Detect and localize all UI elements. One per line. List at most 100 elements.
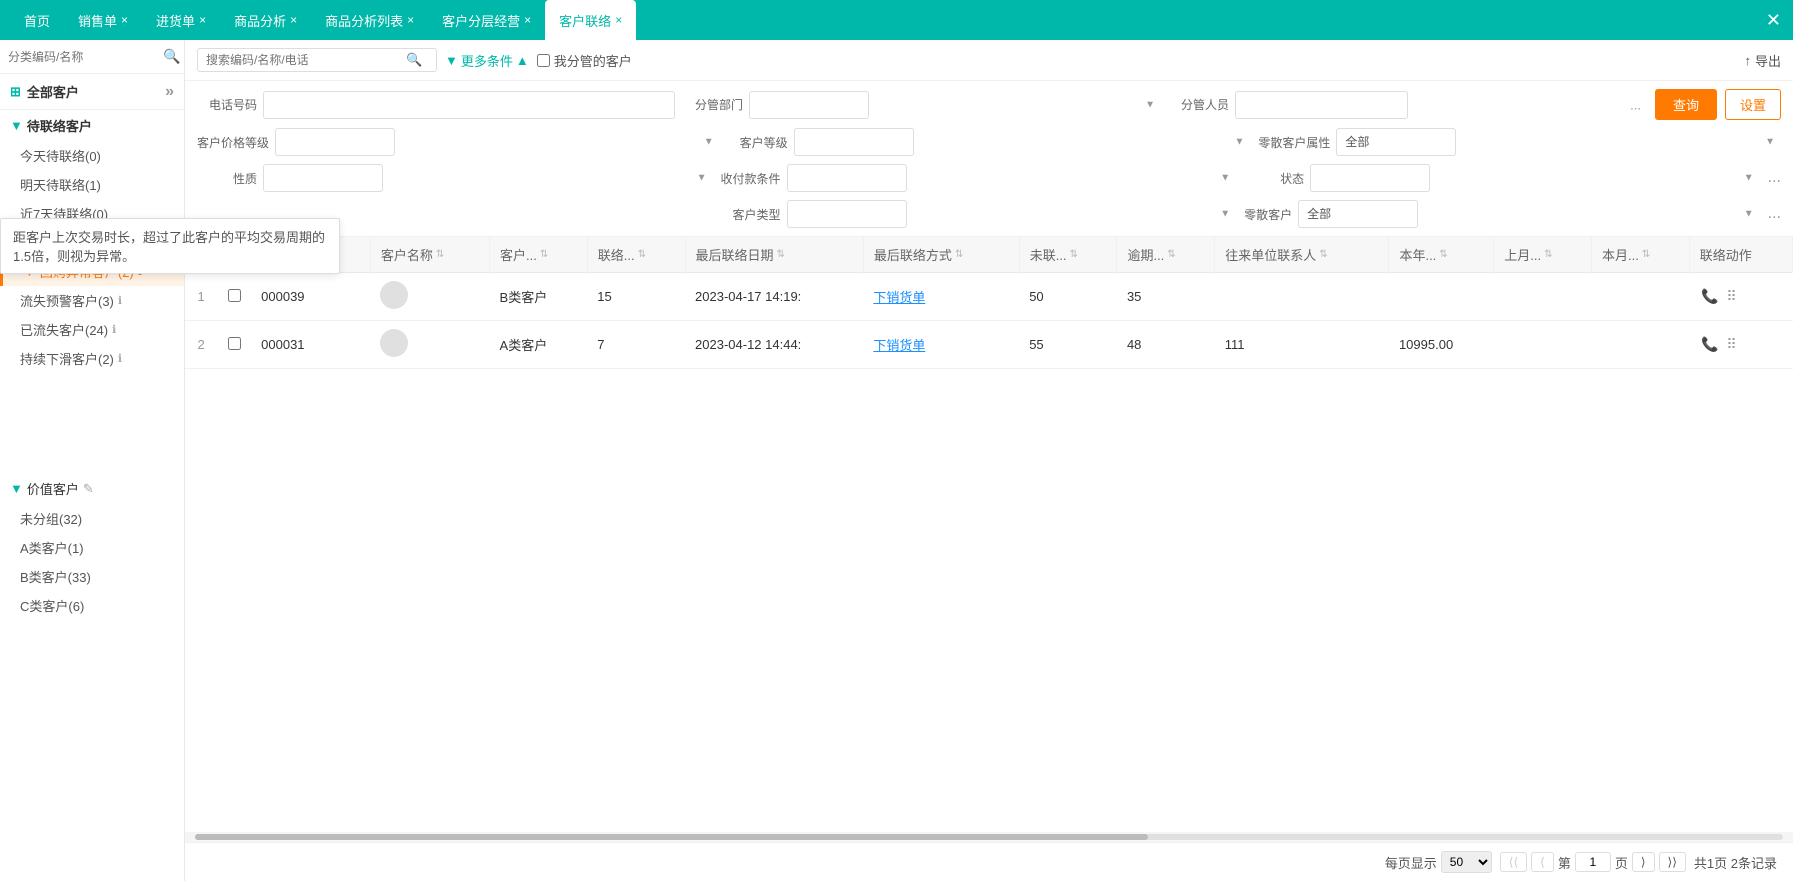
nav-sales[interactable]: 销售单 × bbox=[64, 0, 142, 40]
dept-select[interactable] bbox=[749, 91, 869, 119]
filter-dots-4[interactable]: ... bbox=[1768, 205, 1781, 223]
search-input[interactable] bbox=[206, 53, 406, 67]
sidebar-section-value[interactable]: ▼ 价值客户 ✎ bbox=[0, 473, 184, 504]
col-sort-unit-contact[interactable]: 往来单位联系人 ⇅ bbox=[1225, 245, 1327, 264]
nav-close-product-analysis-list[interactable]: × bbox=[407, 13, 414, 27]
sidebar-item-tomorrow[interactable]: 明天待联络(1) bbox=[0, 170, 184, 199]
filter-status: 状态 ▼ bbox=[1244, 164, 1760, 192]
col-sort-last-month[interactable]: 上月... ⇅ bbox=[1504, 245, 1552, 264]
sidebar-item-declining[interactable]: 持续下滑客户(2) ℹ bbox=[0, 344, 184, 373]
sort-icon-unit-contact: ⇅ bbox=[1319, 249, 1327, 260]
table-scrollbar-thumb[interactable] bbox=[195, 834, 1148, 840]
grade-select[interactable] bbox=[794, 128, 914, 156]
more-conditions-btn[interactable]: ▼ 更多条件 ▲ bbox=[445, 51, 529, 70]
page-num-input[interactable] bbox=[1575, 852, 1611, 872]
row-grade: A类客户 bbox=[490, 321, 588, 369]
action-more-icon[interactable]: ⠿ bbox=[1726, 336, 1736, 352]
sidebar-item-today[interactable]: 今天待联络(0) bbox=[0, 141, 184, 170]
action-more-icon[interactable]: ⠿ bbox=[1726, 288, 1736, 304]
sidebar-item-ungrouped[interactable]: 未分组(32) bbox=[0, 504, 184, 533]
sort-icon-grade: ⇅ bbox=[540, 249, 548, 260]
next-page-btn[interactable]: ⟩ bbox=[1632, 852, 1655, 872]
sidebar-all-customers[interactable]: ⊞ 全部客户 » bbox=[0, 74, 184, 110]
sidebar-section-pending[interactable]: ▼ 待联络客户 bbox=[0, 110, 184, 141]
row-last-date: 2023-04-12 14:44: bbox=[685, 321, 863, 369]
export-btn[interactable]: ↑ 导出 bbox=[1744, 51, 1781, 70]
person-input[interactable] bbox=[1235, 91, 1408, 119]
col-sort-this-month[interactable]: 本月... ⇅ bbox=[1602, 245, 1650, 264]
page-nav: ⟨⟨ ⟨ 第 页 ⟩ ⟩⟩ bbox=[1500, 852, 1686, 872]
nav-close-purchase[interactable]: × bbox=[199, 13, 206, 27]
sidebar-item-a-class[interactable]: A类客户(1) bbox=[0, 533, 184, 562]
person-dots[interactable]: ... bbox=[1630, 97, 1641, 112]
filter-dots-3[interactable]: ... bbox=[1768, 169, 1781, 187]
nav-customer-tier[interactable]: 客户分层经营 × bbox=[428, 0, 545, 40]
row-index: 2 bbox=[185, 321, 217, 369]
row-checkbox[interactable] bbox=[228, 289, 241, 302]
nav-close-customer-tier[interactable]: × bbox=[524, 13, 531, 27]
col-sort-this-year[interactable]: 本年... ⇅ bbox=[1399, 245, 1447, 264]
col-sort-contact[interactable]: 联络... ⇅ bbox=[598, 245, 646, 264]
sidebar-item-b-class[interactable]: B类客户(33) bbox=[0, 562, 184, 591]
info-icon4[interactable]: ℹ bbox=[118, 352, 122, 365]
last-page-btn[interactable]: ⟩⟩ bbox=[1659, 852, 1686, 872]
query-btn[interactable]: 查询 bbox=[1655, 89, 1717, 120]
last-method-link[interactable]: 下销货单 bbox=[873, 338, 925, 353]
row-last-month bbox=[1494, 321, 1592, 369]
my-customers-check[interactable] bbox=[537, 54, 550, 67]
info-icon3[interactable]: ℹ bbox=[112, 323, 116, 336]
nav-product-analysis[interactable]: 商品分析 × bbox=[220, 0, 311, 40]
nav-customer-contact[interactable]: 客户联络 × bbox=[545, 0, 636, 40]
price-grade-label: 客户价格等级 bbox=[197, 134, 269, 151]
per-page-select[interactable]: 50100 bbox=[1441, 851, 1492, 873]
retail-attr-label: 零散客户属性 bbox=[1258, 134, 1330, 151]
window-close-btn[interactable]: ✕ bbox=[1766, 10, 1781, 31]
row-actions: 📞 ⠿ bbox=[1689, 273, 1792, 321]
col-sort-name[interactable]: 客户名称 ⇅ bbox=[381, 245, 444, 264]
sidebar: 🔍 ⊞ 全部客户 » ▼ 待联络客户 今天待联络(0) 明天待联络(1) 近7天… bbox=[0, 40, 185, 881]
sidebar-item-lost[interactable]: 已流失客户(24) ℹ bbox=[0, 315, 184, 344]
sort-icon-this-month: ⇅ bbox=[1642, 249, 1650, 260]
col-sort-uncontacted[interactable]: 未联... ⇅ bbox=[1030, 245, 1078, 264]
gender-wrap: ▼ bbox=[263, 164, 713, 192]
nav-close-sales[interactable]: × bbox=[121, 13, 128, 27]
sidebar-collapse-btn[interactable]: » bbox=[165, 83, 174, 101]
sidebar-item-c-class[interactable]: C类客户(6) bbox=[0, 591, 184, 620]
action-phone-icon[interactable]: 📞 bbox=[1701, 336, 1718, 352]
nav-product-analysis-list[interactable]: 商品分析列表 × bbox=[311, 0, 428, 40]
table-row: 2 000031 A类客户 7 2023-04-12 14:44: 下销货单 5… bbox=[185, 321, 1793, 369]
my-customers-checkbox[interactable]: 我分管的客户 bbox=[537, 51, 632, 70]
retail-attr-select[interactable]: 全部 bbox=[1336, 128, 1456, 156]
phone-input[interactable] bbox=[263, 91, 675, 119]
sidebar-search-input[interactable] bbox=[8, 50, 163, 64]
export-icon: ↑ bbox=[1744, 53, 1751, 68]
nav-close-customer-contact[interactable]: × bbox=[615, 13, 622, 27]
filter-price-grade: 客户价格等级 ▼ bbox=[197, 128, 720, 156]
row-checkbox[interactable] bbox=[228, 337, 241, 350]
settings-btn[interactable]: 设置 bbox=[1725, 89, 1781, 120]
col-sort-grade[interactable]: 客户... ⇅ bbox=[500, 245, 548, 264]
nav-home[interactable]: 首页 bbox=[10, 0, 64, 40]
price-grade-select[interactable] bbox=[275, 128, 395, 156]
last-method-link[interactable]: 下销货单 bbox=[873, 290, 925, 305]
nav-close-product-analysis[interactable]: × bbox=[290, 13, 297, 27]
payment-select[interactable] bbox=[787, 164, 907, 192]
sidebar-item-loss-warning[interactable]: 流失预警客户(3) ℹ bbox=[0, 286, 184, 315]
table-scrollbar[interactable] bbox=[185, 832, 1793, 842]
edit-icon[interactable]: ✎ bbox=[83, 481, 94, 497]
status-select[interactable] bbox=[1310, 164, 1430, 192]
dept-label: 分管部门 bbox=[683, 96, 743, 113]
row-grade: B类客户 bbox=[490, 273, 588, 321]
nav-purchase[interactable]: 进货单 × bbox=[142, 0, 220, 40]
info-icon2[interactable]: ℹ bbox=[118, 294, 122, 307]
dept-caret: ▼ bbox=[1145, 99, 1155, 110]
prev-page-btn[interactable]: ⟨ bbox=[1531, 852, 1554, 872]
col-sort-overdue[interactable]: 逾期... ⇅ bbox=[1127, 245, 1175, 264]
action-phone-icon[interactable]: 📞 bbox=[1701, 288, 1718, 304]
col-sort-last-method[interactable]: 最后联络方式 ⇅ bbox=[874, 245, 963, 264]
col-sort-last-date[interactable]: 最后联络日期 ⇅ bbox=[696, 245, 785, 264]
customer-type-select[interactable] bbox=[787, 200, 907, 228]
gender-select[interactable] bbox=[263, 164, 383, 192]
first-page-btn[interactable]: ⟨⟨ bbox=[1500, 852, 1527, 872]
retail-select[interactable]: 全部 bbox=[1298, 200, 1418, 228]
